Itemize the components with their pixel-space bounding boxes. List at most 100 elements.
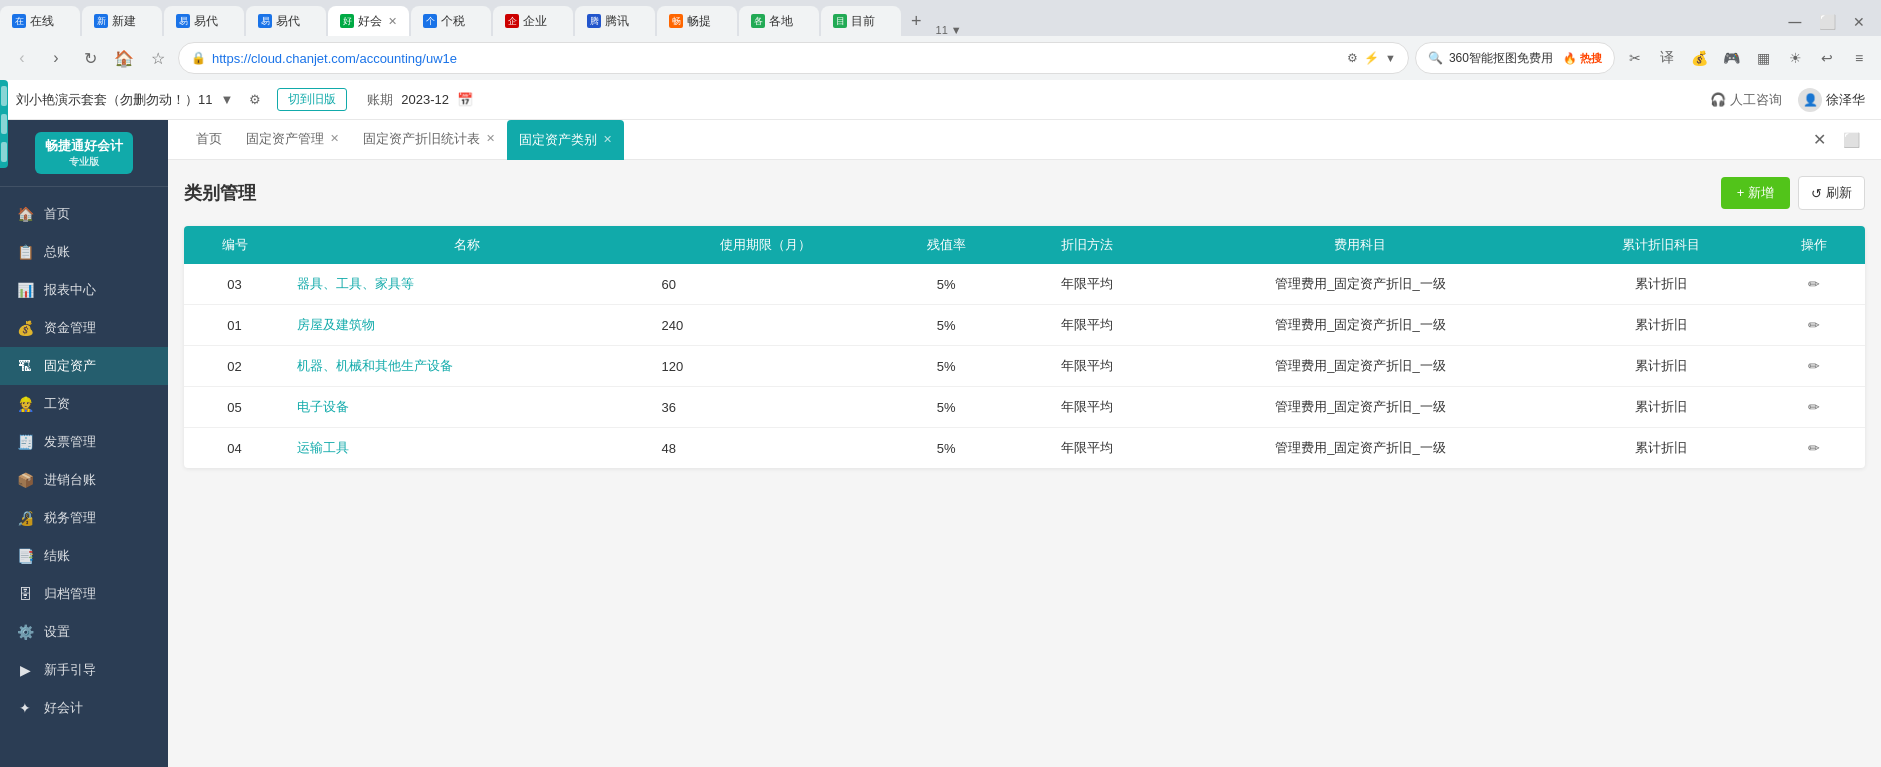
cell-usage-period: 120 — [650, 346, 883, 387]
sidebar-item-ledger[interactable]: 📋 总账 — [0, 233, 168, 271]
cell-name[interactable]: 房屋及建筑物 — [285, 305, 649, 346]
tab-category-label: 固定资产类别 — [519, 131, 597, 149]
new-tab-button[interactable]: + — [903, 6, 930, 36]
edit-btn-row1[interactable]: ✏ — [1802, 315, 1826, 335]
translate-btn[interactable]: 译 — [1653, 44, 1681, 72]
cell-name[interactable]: 电子设备 — [285, 387, 649, 428]
cell-name[interactable]: 机器、机械和其他生产设备 — [285, 346, 649, 387]
cell-accumulated-subject: 累计折旧 — [1557, 387, 1763, 428]
sun-btn[interactable]: ☀ — [1781, 44, 1809, 72]
customer-service-btn[interactable]: 🎧 人工咨询 — [1710, 91, 1782, 109]
browser-tab-tengxun[interactable]: 腾 腾讯 — [575, 6, 655, 36]
cell-code: 04 — [184, 428, 285, 469]
undo-btn[interactable]: ↩ — [1813, 44, 1841, 72]
left-edge-bar — [0, 120, 8, 168]
wallet-btn[interactable]: 💰 — [1685, 44, 1713, 72]
browser-tab-muqian[interactable]: 目 目前 — [821, 6, 901, 36]
table-row: 02 机器、机械和其他生产设备 120 5% 年限平均 管理费用_固定资产折旧_… — [184, 346, 1865, 387]
app-container: 刘小艳演示套套（勿删勿动！）11 ▼ ⚙ 切到旧版 账期 2023-12 📅 🎧… — [0, 80, 1881, 767]
sidebar-item-invoice[interactable]: 🧾 发票管理 — [0, 423, 168, 461]
collapse-panel-btn[interactable]: ✕ — [1805, 126, 1833, 154]
table-row: 01 房屋及建筑物 240 5% 年限平均 管理费用_固定资产折旧_一级 累计折… — [184, 305, 1865, 346]
tab-depreciation-label: 固定资产折旧统计表 — [363, 130, 480, 148]
expand-address-btn[interactable]: ▼ — [1385, 52, 1396, 64]
sidebar-item-stock[interactable]: 📦 进销台账 — [0, 461, 168, 499]
sidebar-item-guide[interactable]: ▶ 新手引导 — [0, 651, 168, 689]
tab-overflow-btn[interactable]: 11 ▼ — [930, 24, 968, 36]
page-title: 类别管理 — [184, 181, 256, 205]
back-btn[interactable]: ‹ — [8, 44, 36, 72]
cell-usage-period: 48 — [650, 428, 883, 469]
tab-home[interactable]: 首页 — [184, 120, 234, 160]
tab-fixed-mgmt[interactable]: 固定资产管理 ✕ — [234, 120, 351, 160]
edit-btn-row0[interactable]: ✏ — [1802, 274, 1826, 294]
tab-label: 易代 — [194, 13, 218, 30]
home-btn[interactable]: 🏠 — [110, 44, 138, 72]
sidebar-item-reports[interactable]: 📊 报表中心 — [0, 271, 168, 309]
close-window-btn[interactable]: ✕ — [1845, 8, 1873, 36]
browser-chrome: 在 在线 新 新建 易 易代 易 易代 好 好会 ✕ 个 个税 企 企业 腾 — [0, 0, 1881, 80]
cell-name[interactable]: 运输工具 — [285, 428, 649, 469]
add-category-btn[interactable]: + 新增 — [1721, 177, 1790, 209]
sidebar-item-payroll[interactable]: 👷 工资 — [0, 385, 168, 423]
sidebar-item-settlement[interactable]: 📑 结账 — [0, 537, 168, 575]
minimize-btn[interactable]: ─ — [1781, 8, 1809, 36]
tab-depreciation-close[interactable]: ✕ — [486, 132, 495, 145]
tab-category[interactable]: 固定资产类别 ✕ — [507, 120, 624, 160]
calendar-icon[interactable]: 📅 — [457, 92, 473, 107]
maximize-panel-btn[interactable]: ⬜ — [1837, 126, 1865, 154]
sidebar-item-more[interactable]: ✦ 好会计 — [0, 689, 168, 727]
scissors-btn[interactable]: ✂ — [1621, 44, 1649, 72]
search-bar[interactable]: 🔍 360智能抠图免费用 🔥 热搜 — [1415, 42, 1615, 74]
address-bar[interactable]: 🔒 https://cloud.chanjet.com/accounting/u… — [178, 42, 1409, 74]
browser-tab-xinjian[interactable]: 新 新建 — [82, 6, 162, 36]
app-header: 刘小艳演示套套（勿删勿动！）11 ▼ ⚙ 切到旧版 账期 2023-12 📅 🎧… — [0, 80, 1881, 120]
refresh-table-btn[interactable]: ↺ 刷新 — [1798, 176, 1865, 210]
forward-btn[interactable]: › — [42, 44, 70, 72]
edit-btn-row3[interactable]: ✏ — [1802, 397, 1826, 417]
menu-btn[interactable]: ≡ — [1845, 44, 1873, 72]
settlement-icon: 📑 — [16, 547, 34, 565]
browser-tab-yidai1[interactable]: 易 易代 — [164, 6, 244, 36]
game-btn[interactable]: 🎮 — [1717, 44, 1745, 72]
nav-label-tax: 税务管理 — [44, 509, 96, 527]
sidebar-item-funds[interactable]: 💰 资金管理 — [0, 309, 168, 347]
sidebar-item-fixed-assets[interactable]: 🏗 固定资产 — [0, 347, 168, 385]
dropdown-icon[interactable]: ▼ — [220, 92, 233, 107]
restore-btn[interactable]: ⬜ — [1813, 8, 1841, 36]
browser-tab-qiye[interactable]: 企 企业 — [493, 6, 573, 36]
refresh-btn[interactable]: ↻ — [76, 44, 104, 72]
cell-operation: ✏ — [1764, 305, 1865, 346]
browser-tab-gedi[interactable]: 各 各地 — [739, 6, 819, 36]
period-value: 2023-12 — [401, 92, 449, 107]
service-label: 人工咨询 — [1730, 91, 1782, 109]
browser-tab-yidai2[interactable]: 易 易代 — [246, 6, 326, 36]
account-settings-btn[interactable]: ⚙ — [241, 86, 269, 114]
sidebar-item-settings[interactable]: ⚙️ 设置 — [0, 613, 168, 651]
tab-depreciation[interactable]: 固定资产折旧统计表 ✕ — [351, 120, 507, 160]
favorite-btn[interactable]: ☆ — [144, 44, 172, 72]
tab-close-btn[interactable]: ✕ — [382, 15, 397, 28]
cell-depreciation-method: 年限平均 — [1010, 387, 1164, 428]
edit-btn-row2[interactable]: ✏ — [1802, 356, 1826, 376]
tab-category-close[interactable]: ✕ — [603, 133, 612, 146]
sidebar-item-home[interactable]: 🏠 首页 — [0, 195, 168, 233]
sidebar-logo: 畅捷通好会计 专业版 — [0, 120, 168, 187]
edit-btn-row4[interactable]: ✏ — [1802, 438, 1826, 458]
sidebar-item-tax[interactable]: 🔏 税务管理 — [0, 499, 168, 537]
tab-fixed-mgmt-close[interactable]: ✕ — [330, 132, 339, 145]
cell-name[interactable]: 器具、工具、家具等 — [285, 264, 649, 305]
browser-tab-changte[interactable]: 畅 畅提 — [657, 6, 737, 36]
grid-btn[interactable]: ▦ — [1749, 44, 1777, 72]
site-info-btn[interactable]: ⚙ — [1347, 51, 1358, 65]
cell-operation: ✏ — [1764, 264, 1865, 305]
nav-label-invoice: 发票管理 — [44, 433, 96, 451]
browser-tab-haohui[interactable]: 好 好会 ✕ — [328, 6, 409, 36]
table-row: 04 运输工具 48 5% 年限平均 管理费用_固定资产折旧_一级 累计折旧 ✏ — [184, 428, 1865, 469]
sidebar-item-archive[interactable]: 🗄 归档管理 — [0, 575, 168, 613]
browser-tab-geshuì[interactable]: 个 个税 — [411, 6, 491, 36]
cell-residual-rate: 5% — [882, 346, 1010, 387]
switch-version-btn[interactable]: 切到旧版 — [277, 88, 347, 111]
user-info[interactable]: 👤 徐泽华 — [1798, 88, 1865, 112]
browser-tab-zaixian[interactable]: 在 在线 — [0, 6, 80, 36]
